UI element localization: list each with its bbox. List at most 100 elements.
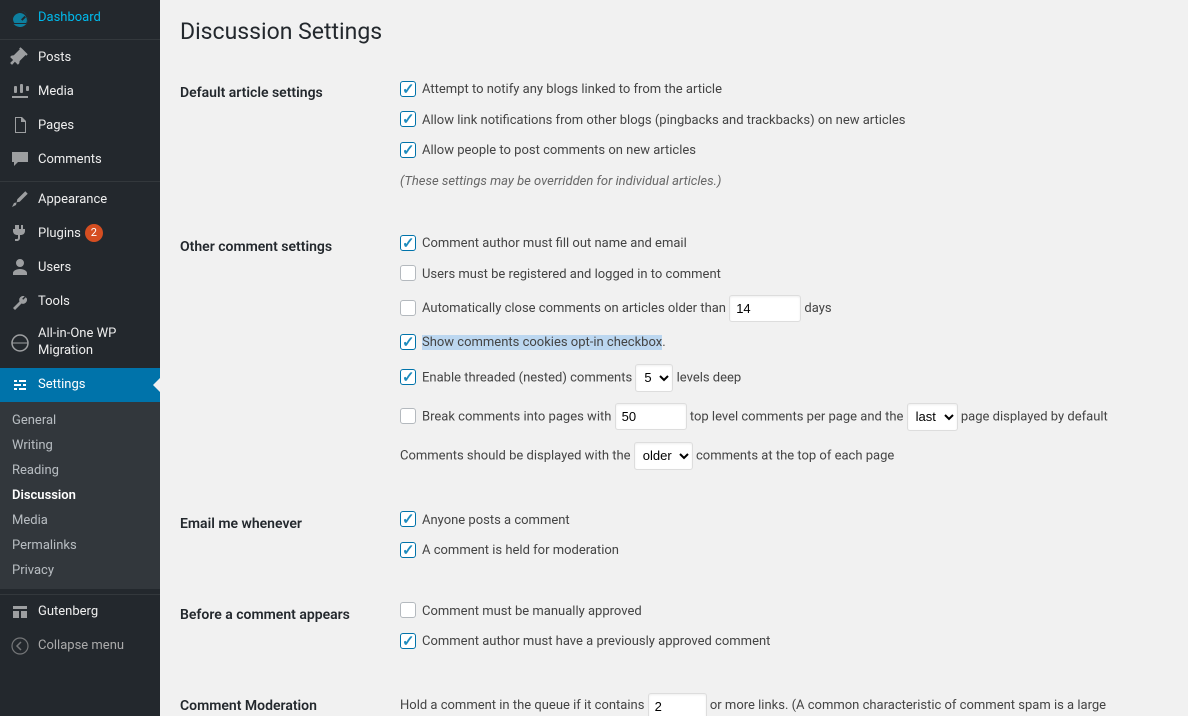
select-default-page[interactable]: last <box>907 403 958 431</box>
row-link-count: Hold a comment in the queue if it contai… <box>400 698 1106 713</box>
row-manual-approve[interactable]: Comment must be manually approved <box>400 602 1158 622</box>
label-text: Comment author must have a previously ap… <box>422 634 770 649</box>
row-autoclose[interactable]: Automatically close comments on articles… <box>400 295 1158 322</box>
row-email-moderation[interactable]: A comment is held for moderation <box>400 541 1158 561</box>
submenu-reading[interactable]: Reading <box>0 458 160 483</box>
label-text: Enable threaded (nested) comments <box>422 370 635 385</box>
select-thread-depth[interactable]: 5 <box>635 364 673 392</box>
submenu-privacy[interactable]: Privacy <box>0 558 160 583</box>
gutenberg-icon <box>10 602 30 622</box>
checkbox-allow-pingbacks[interactable] <box>400 111 416 127</box>
row-email-new-comment[interactable]: Anyone posts a comment <box>400 511 1158 531</box>
label-text: Break comments into pages with <box>422 409 615 424</box>
sidebar-item-tools[interactable]: Tools <box>0 284 160 318</box>
settings-submenu: General Writing Reading Discussion Media… <box>0 402 160 589</box>
label-text: Allow people to post comments on new art… <box>422 143 696 158</box>
section-moderation: Comment Moderation <box>180 678 390 716</box>
submenu-permalinks[interactable]: Permalinks <box>0 533 160 558</box>
row-paginate[interactable]: Break comments into pages with top level… <box>400 403 1158 431</box>
checkbox-email-moderation[interactable] <box>400 542 416 558</box>
update-count-badge: 2 <box>85 224 103 242</box>
row-prev-approved[interactable]: Comment author must have a previously ap… <box>400 632 1158 652</box>
row-registered[interactable]: Users must be registered and logged in t… <box>400 265 1158 285</box>
settings-form: Default article settings Attempt to noti… <box>180 65 1168 716</box>
submenu-writing[interactable]: Writing <box>0 433 160 458</box>
label-text: Comment must be manually approved <box>422 604 642 619</box>
select-comment-order[interactable]: older <box>634 442 693 470</box>
checkbox-registered[interactable] <box>400 265 416 281</box>
label-text: Anyone posts a comment <box>422 513 570 528</box>
sidebar-label: All-in-One WP Migration <box>38 326 150 360</box>
collapse-label: Collapse menu <box>38 638 124 653</box>
checkbox-autoclose[interactable] <box>400 300 416 316</box>
row-cookies-optin[interactable]: Show comments cookies opt-in checkbox. <box>400 333 1158 353</box>
users-icon <box>10 257 30 277</box>
page-title: Discussion Settings <box>180 18 1168 45</box>
sidebar-label: Media <box>38 84 74 99</box>
submenu-discussion[interactable]: Discussion <box>0 483 160 508</box>
collapse-menu[interactable]: Collapse menu <box>0 629 160 663</box>
migration-icon <box>10 333 30 353</box>
comments-icon <box>10 149 30 169</box>
tools-icon <box>10 291 30 311</box>
checkbox-manual-approve[interactable] <box>400 602 416 618</box>
checkbox-email-new[interactable] <box>400 511 416 527</box>
label-text: Comment author must fill out name and em… <box>422 236 687 251</box>
sidebar-item-plugins[interactable]: Plugins 2 <box>0 216 160 250</box>
row-allow-comments[interactable]: Allow people to post comments on new art… <box>400 141 1158 161</box>
label-text: page displayed by default <box>958 409 1108 424</box>
row-allow-pingbacks[interactable]: Allow link notifications from other blog… <box>400 111 1158 131</box>
pin-icon <box>10 47 30 67</box>
section-before-appears: Before a comment appears <box>180 587 390 678</box>
input-comments-per-page[interactable] <box>615 403 687 430</box>
submenu-general[interactable]: General <box>0 408 160 433</box>
checkbox-prev-approved[interactable] <box>400 633 416 649</box>
row-name-email[interactable]: Comment author must fill out name and em… <box>400 234 1158 254</box>
section-email-me: Email me whenever <box>180 496 390 587</box>
checkbox-paginate[interactable] <box>400 408 416 424</box>
media-icon <box>10 81 30 101</box>
checkbox-threaded[interactable] <box>400 369 416 385</box>
checkbox-notify-blogs[interactable] <box>400 81 416 97</box>
label-text: Hold a comment in the queue if it contai… <box>400 698 648 713</box>
label-text: Comments should be displayed with the <box>400 448 634 463</box>
checkbox-name-email[interactable] <box>400 235 416 251</box>
label-text: top level comments per page and the <box>687 409 907 424</box>
submenu-media[interactable]: Media <box>0 508 160 533</box>
sidebar-label: Dashboard <box>38 10 101 25</box>
sidebar-item-comments[interactable]: Comments <box>0 142 160 176</box>
row-comment-order: Comments should be displayed with the ol… <box>400 442 1158 470</box>
row-threaded[interactable]: Enable threaded (nested) comments 5 leve… <box>400 364 1158 392</box>
label-text: levels deep <box>673 370 741 385</box>
sidebar-item-users[interactable]: Users <box>0 250 160 284</box>
sidebar-label: Plugins <box>38 226 81 241</box>
collapse-icon <box>10 636 30 656</box>
sidebar-item-appearance[interactable]: Appearance <box>0 182 160 216</box>
input-autoclose-days[interactable] <box>729 295 801 322</box>
sidebar-label: Posts <box>38 50 71 65</box>
admin-sidebar: Dashboard Posts Media Pages Comments App… <box>0 0 160 716</box>
label-text: Show comments cookies opt-in checkbox <box>422 335 662 350</box>
label-text: comments at the top of each page <box>693 448 895 463</box>
sidebar-item-dashboard[interactable]: Dashboard <box>0 0 160 34</box>
sidebar-item-posts[interactable]: Posts <box>0 40 160 74</box>
label-text: Attempt to notify any blogs linked to fr… <box>422 82 722 97</box>
plugin-icon <box>10 223 30 243</box>
sidebar-item-media[interactable]: Media <box>0 74 160 108</box>
sidebar-label: Tools <box>38 294 70 309</box>
sidebar-label: Gutenberg <box>38 604 98 619</box>
sidebar-label: Pages <box>38 118 74 133</box>
sidebar-item-settings[interactable]: Settings <box>0 368 160 402</box>
sidebar-label: Appearance <box>38 192 107 207</box>
label-text: A comment is held for moderation <box>422 543 619 558</box>
checkbox-allow-comments[interactable] <box>400 142 416 158</box>
pages-icon <box>10 115 30 135</box>
input-max-links[interactable] <box>648 693 707 716</box>
brush-icon <box>10 189 30 209</box>
sidebar-item-gutenberg[interactable]: Gutenberg <box>0 595 160 629</box>
sidebar-item-aio-migration[interactable]: All-in-One WP Migration <box>0 318 160 368</box>
sidebar-label: Comments <box>38 152 102 167</box>
checkbox-cookies-optin[interactable] <box>400 334 416 350</box>
row-notify-blogs[interactable]: Attempt to notify any blogs linked to fr… <box>400 80 1158 100</box>
sidebar-item-pages[interactable]: Pages <box>0 108 160 142</box>
